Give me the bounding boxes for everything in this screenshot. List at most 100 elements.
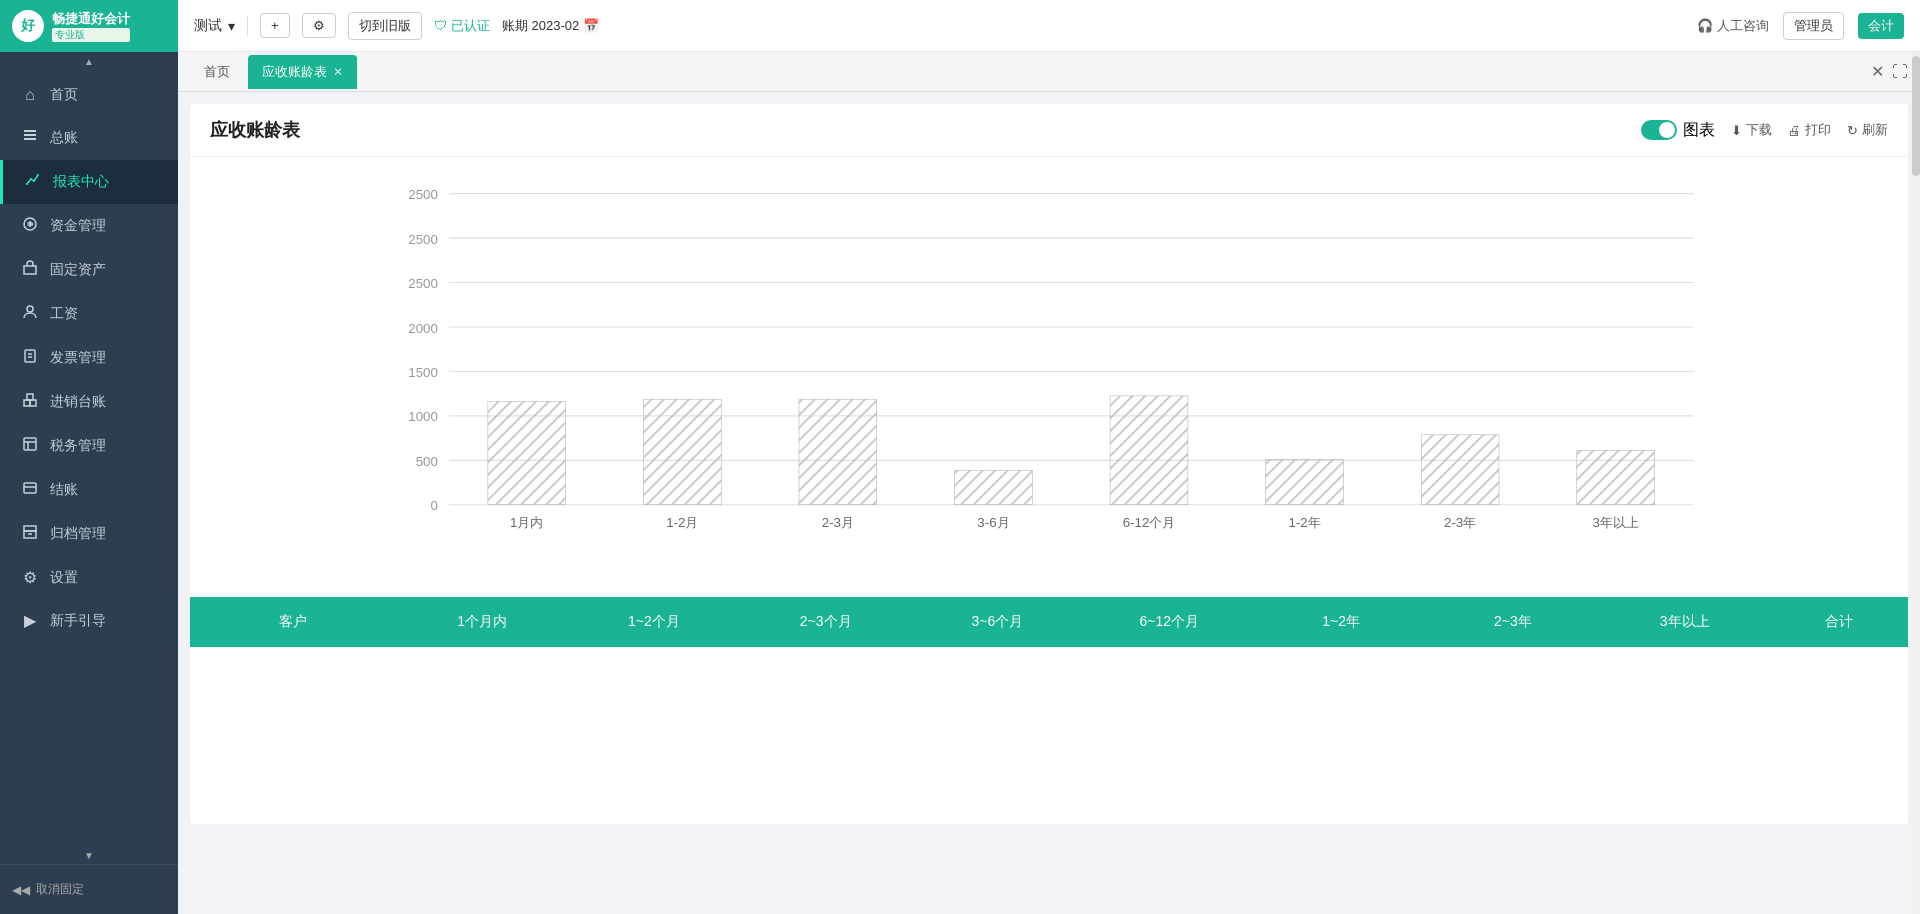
tab-aging[interactable]: 应收账龄表 ✕: [248, 55, 357, 89]
sidebar-item-inventory[interactable]: 进销台账: [0, 380, 178, 424]
content-area: 应收账龄表 图表 ⬇ 下载 🖨 打印: [178, 92, 1920, 914]
svg-rect-15: [27, 394, 33, 400]
download-icon: ⬇: [1731, 123, 1742, 138]
cancel-fixed-btn[interactable]: ◀◀ 取消固定: [0, 873, 178, 906]
print-btn[interactable]: 🖨 打印: [1788, 121, 1831, 139]
tax-icon: [20, 436, 40, 456]
guide-icon: ▶: [20, 611, 40, 630]
sidebar-item-guide-label: 新手引导: [50, 612, 106, 630]
role-btn[interactable]: 会计: [1858, 13, 1904, 39]
headset-icon: 🎧: [1697, 18, 1713, 33]
th-total: 合计: [1771, 597, 1908, 647]
table-area: 客户 1个月内 1~2个月 2~3个月 3~6个月 6~12个月 1~2年 2~…: [190, 597, 1908, 647]
sidebar-item-assets[interactable]: 固定资产: [0, 248, 178, 292]
calendar-icon[interactable]: 📅: [583, 18, 599, 33]
sidebar-item-settings[interactable]: ⚙ 设置: [0, 556, 178, 599]
svg-rect-14: [30, 400, 36, 406]
sidebar-item-funds-label: 资金管理: [50, 217, 106, 235]
switch-old-btn[interactable]: 切到旧版: [348, 12, 422, 40]
topbar-right: 🎧 人工咨询 管理员 会计: [1697, 12, 1904, 40]
svg-text:2500: 2500: [408, 187, 438, 202]
tab-aging-close[interactable]: ✕: [333, 65, 343, 79]
tab-home[interactable]: 首页: [190, 55, 244, 89]
scrollbar-thumb[interactable]: [1912, 56, 1920, 176]
project-dropdown-icon[interactable]: ▾: [228, 18, 235, 34]
svg-text:2-3月: 2-3月: [822, 515, 854, 530]
svg-rect-22: [24, 526, 36, 531]
settings-btn[interactable]: ⚙: [302, 13, 336, 38]
sidebar-scroll-down[interactable]: ▼: [0, 846, 178, 864]
logo-text: 畅捷通好会计 专业版: [52, 10, 130, 42]
svg-text:2000: 2000: [408, 321, 438, 336]
th-2-3year: 2~3年: [1427, 597, 1599, 647]
toggle-thumb: [1659, 122, 1675, 138]
expand-icon[interactable]: ⛶: [1892, 63, 1908, 81]
th-6-12month: 6~12个月: [1083, 597, 1255, 647]
svg-text:2-3年: 2-3年: [1444, 515, 1476, 530]
sidebar-item-home-label: 首页: [50, 86, 78, 104]
archive-icon: [20, 524, 40, 544]
sidebar-item-invoice-label: 发票管理: [50, 349, 106, 367]
th-1-2month: 1~2个月: [568, 597, 740, 647]
sidebar-item-archive[interactable]: 归档管理: [0, 512, 178, 556]
svg-rect-19: [24, 483, 36, 493]
close-period-icon: [20, 480, 40, 500]
page-header: 应收账龄表 图表 ⬇ 下载 🖨 打印: [190, 104, 1908, 157]
assets-icon: [20, 260, 40, 280]
svg-point-3: [26, 183, 28, 185]
svg-rect-16: [24, 438, 36, 450]
tabbar-right: ✕ ⛶: [1871, 62, 1908, 81]
svg-rect-8: [24, 266, 36, 274]
sidebar-item-tax[interactable]: 税务管理: [0, 424, 178, 468]
sidebar: 好 畅捷通好会计 专业版 ▲ ⌂ 首页 总账 报表中心 资: [0, 0, 178, 914]
sidebar-item-ledger[interactable]: 总账: [0, 116, 178, 160]
sidebar-item-close-label: 结账: [50, 481, 78, 499]
svg-point-5: [33, 180, 35, 182]
bar-1-2year: [1266, 459, 1344, 505]
sidebar-item-reports[interactable]: 报表中心: [0, 160, 178, 204]
bar-2-3month: [799, 399, 877, 505]
sidebar-item-invoice[interactable]: 发票管理: [0, 336, 178, 380]
sidebar-item-assets-label: 固定资产: [50, 261, 106, 279]
period-info: 账期 2023-02 📅: [502, 17, 600, 35]
invoice-icon: [20, 348, 40, 368]
refresh-icon: ↻: [1847, 123, 1858, 138]
th-3-6month: 3~6个月: [912, 597, 1084, 647]
shield-icon: 🛡: [434, 18, 447, 33]
refresh-btn[interactable]: ↻ 刷新: [1847, 121, 1888, 139]
toggle-track[interactable]: [1641, 120, 1677, 140]
manager-btn[interactable]: 管理员: [1783, 12, 1844, 40]
download-btn[interactable]: ⬇ 下载: [1731, 121, 1772, 139]
svg-rect-10: [25, 350, 35, 362]
svg-text:2500: 2500: [408, 276, 438, 291]
close-window-icon[interactable]: ✕: [1871, 62, 1884, 81]
bar-6-12month: [1110, 396, 1188, 505]
consult-btn[interactable]: 🎧 人工咨询: [1697, 17, 1769, 35]
sidebar-item-guide[interactable]: ▶ 新手引导: [0, 599, 178, 642]
svg-point-6: [37, 174, 39, 176]
sidebar-item-salary[interactable]: 工资: [0, 292, 178, 336]
pin-icon: ◀◀: [12, 883, 30, 897]
th-customer: 客户: [190, 597, 396, 647]
sidebar-item-funds[interactable]: 资金管理: [0, 204, 178, 248]
topbar-divider-1: [247, 16, 248, 36]
sidebar-item-reports-label: 报表中心: [53, 173, 109, 191]
sidebar-item-home[interactable]: ⌂ 首页: [0, 74, 178, 116]
svg-text:3-6月: 3-6月: [977, 515, 1009, 530]
sidebar-item-close[interactable]: 结账: [0, 468, 178, 512]
svg-text:0: 0: [430, 498, 437, 513]
sidebar-item-inventory-label: 进销台账: [50, 393, 106, 411]
svg-text:1000: 1000: [408, 409, 438, 424]
page-actions: 图表 ⬇ 下载 🖨 打印 ↻ 刷新: [1641, 120, 1888, 141]
sidebar-logo: 好 畅捷通好会计 专业版: [0, 0, 178, 52]
table-header: 客户 1个月内 1~2个月 2~3个月 3~6个月 6~12个月 1~2年 2~…: [190, 597, 1908, 647]
sidebar-scroll-up[interactable]: ▲: [0, 52, 178, 70]
add-btn[interactable]: +: [260, 13, 290, 38]
chart-toggle[interactable]: 图表: [1641, 120, 1715, 141]
ledger-icon: [20, 128, 40, 148]
bar-3year-plus: [1577, 450, 1655, 504]
svg-text:500: 500: [416, 454, 438, 469]
bar-3-6month: [955, 470, 1033, 504]
th-3year-plus: 3年以上: [1599, 597, 1771, 647]
main-area: 测试 ▾ + ⚙ 切到旧版 🛡 已认证 账期 2023-02 📅 🎧 人工咨询 …: [178, 0, 1920, 914]
